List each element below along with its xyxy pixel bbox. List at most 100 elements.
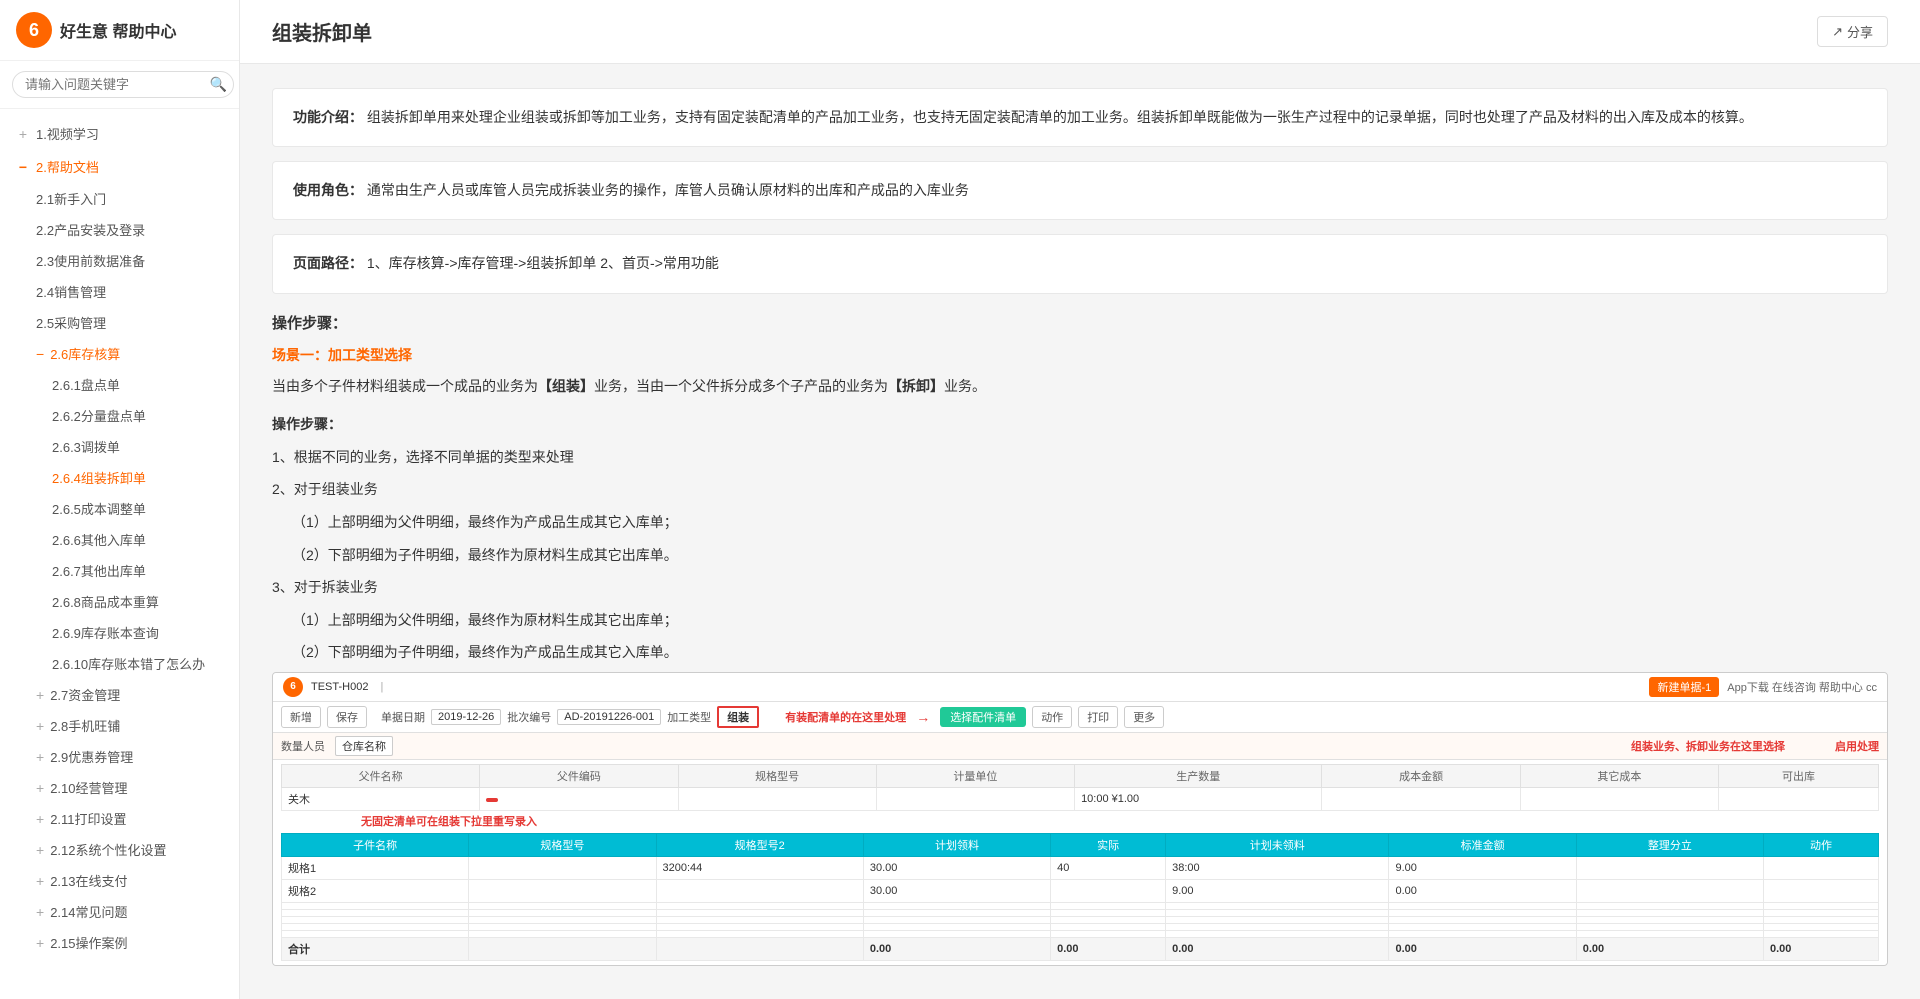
app-main-toolbar: 新增 保存 单据日期 2019-12-26 批次编号 AD-20191226-0… bbox=[273, 702, 1887, 733]
lower-th-8: 动作 bbox=[1763, 833, 1878, 856]
upper-th-0: 父件名称 bbox=[282, 764, 480, 787]
lower-cell-1-3: 30.00 bbox=[863, 856, 1050, 879]
lower-cell-5-3 bbox=[863, 916, 1050, 923]
lower-cell-3-1 bbox=[469, 902, 656, 909]
new-order-button[interactable]: 新建单据-1 bbox=[1649, 677, 1719, 697]
sidebar-item-2-13[interactable]: + 2.13在线支付 bbox=[0, 865, 239, 896]
lower-cell-6-0 bbox=[282, 923, 469, 930]
app-save-btn[interactable]: 保存 bbox=[327, 706, 367, 728]
sidebar-item-video[interactable]: + 1.视频学习 bbox=[0, 117, 239, 150]
sidebar-item-2-4[interactable]: 2.4销售管理 bbox=[0, 276, 239, 307]
lower-table: 子件名称 规格型号 规格型号2 计划领料 实际 计划未领料 标准金额 整理分立 … bbox=[281, 833, 1879, 961]
date-field-value[interactable]: 2019-12-26 bbox=[431, 709, 501, 725]
lower-th-3: 计划领料 bbox=[863, 833, 1050, 856]
upper-cell-spec bbox=[678, 787, 876, 810]
expand-icon-2-9: + bbox=[36, 749, 44, 765]
expand-icon-2-14: + bbox=[36, 904, 44, 920]
expand-icon-2-15: + bbox=[36, 935, 44, 951]
lower-th-5: 计划未领料 bbox=[1166, 833, 1389, 856]
search-button[interactable]: 🔍 bbox=[210, 76, 227, 93]
lower-cell-2-1 bbox=[469, 879, 656, 902]
lower-cell-6-4 bbox=[1051, 923, 1166, 930]
lower-th-6: 标准金额 bbox=[1389, 833, 1576, 856]
action-btn[interactable]: 动作 bbox=[1032, 706, 1072, 728]
lower-cell-1-2: 3200:44 bbox=[656, 856, 863, 879]
lower-cell-1-0: 规格1 bbox=[282, 856, 469, 879]
lower-cell-2-8 bbox=[1763, 879, 1878, 902]
sidebar-item-help[interactable]: − 2.帮助文档 bbox=[0, 150, 239, 183]
search-box[interactable]: 🔍 bbox=[0, 61, 239, 109]
sidebar-item-2-12[interactable]: + 2.12系统个性化设置 bbox=[0, 834, 239, 865]
lower-cell-4-4 bbox=[1051, 909, 1166, 916]
step2-1: （1）上部明细为父件明细，最终作为产成品生成其它入库单； bbox=[292, 509, 1888, 536]
sidebar-item-2-14[interactable]: + 2.14常见问题 bbox=[0, 896, 239, 927]
sidebar-item-2-9[interactable]: + 2.9优惠券管理 bbox=[0, 741, 239, 772]
lower-cell-2-4 bbox=[1051, 879, 1166, 902]
sidebar-item-2-11[interactable]: + 2.11打印设置 bbox=[0, 803, 239, 834]
annotation-1: 有装配清单的在这里处理 bbox=[785, 709, 906, 725]
lower-cell-3-3 bbox=[863, 902, 1050, 909]
type-field-value[interactable]: 组装 bbox=[717, 706, 759, 728]
sidebar-item-2-6-2[interactable]: 2.6.2分量盘点单 bbox=[0, 400, 239, 431]
app-save-new-btn[interactable]: 新增 bbox=[281, 706, 321, 728]
lower-row-3 bbox=[282, 902, 1879, 909]
lower-cell-7-6 bbox=[1389, 930, 1576, 937]
lower-cell-3-4 bbox=[1051, 902, 1166, 909]
upper-cell-avail bbox=[1718, 787, 1878, 810]
sidebar-item-2-6-9[interactable]: 2.6.9库存账本查询 bbox=[0, 617, 239, 648]
no-field-value[interactable]: AD-20191226-001 bbox=[557, 709, 661, 725]
sidebar-item-2-2[interactable]: 2.2产品安装及登录 bbox=[0, 214, 239, 245]
annotation-3: 启用处理 bbox=[1835, 738, 1879, 754]
more-btn[interactable]: 更多 bbox=[1124, 706, 1164, 728]
sidebar-item-2-3[interactable]: 2.3使用前数据准备 bbox=[0, 245, 239, 276]
sidebar-item-2-6-8[interactable]: 2.6.8商品成本重算 bbox=[0, 586, 239, 617]
sidebar-item-2-6-6[interactable]: 2.6.6其他入库单 bbox=[0, 524, 239, 555]
sidebar-item-2-8[interactable]: + 2.8手机旺铺 bbox=[0, 710, 239, 741]
upper-table: 父件名称 父件编码 规格型号 计量单位 生产数量 成本金额 其它成本 可出库 bbox=[281, 764, 1879, 811]
expand-icon-2-8: + bbox=[36, 718, 44, 734]
sidebar-item-2-6-1[interactable]: 2.6.1盘点单 bbox=[0, 369, 239, 400]
role-label: 使用角色： bbox=[293, 182, 363, 198]
sidebar-item-2-6-10[interactable]: 2.6.10库存账本错了怎么办 bbox=[0, 648, 239, 679]
confirm-config-btn[interactable]: 选择配件清单 bbox=[940, 707, 1026, 727]
sidebar-item-label: 2.13在线支付 bbox=[50, 871, 127, 890]
code-highlight bbox=[486, 798, 498, 802]
sidebar-item-2-10[interactable]: + 2.10经营管理 bbox=[0, 772, 239, 803]
sidebar-item-2-6[interactable]: − 2.6库存核算 bbox=[0, 338, 239, 369]
lower-cell-7-4 bbox=[1051, 930, 1166, 937]
lower-cell-2-2 bbox=[656, 879, 863, 902]
lower-cell-4-7 bbox=[1576, 909, 1763, 916]
lower-cell-2-3: 30.00 bbox=[863, 879, 1050, 902]
footer-label: 合计 bbox=[282, 937, 469, 960]
upper-cell-unit bbox=[876, 787, 1074, 810]
print-btn[interactable]: 打印 bbox=[1078, 706, 1118, 728]
expand-icon-2-7: + bbox=[36, 687, 44, 703]
sidebar-item-2-6-3[interactable]: 2.6.3调拨单 bbox=[0, 431, 239, 462]
sidebar-item-2-6-7[interactable]: 2.6.7其他出库单 bbox=[0, 555, 239, 586]
search-input[interactable] bbox=[12, 71, 234, 98]
quantity-label: 数量人员 bbox=[281, 738, 325, 754]
sidebar-item-2-1[interactable]: 2.1新手入门 bbox=[0, 183, 239, 214]
lower-cell-5-1 bbox=[469, 916, 656, 923]
sidebar-item-2-7[interactable]: + 2.7资金管理 bbox=[0, 679, 239, 710]
quantity-value[interactable]: 仓库名称 bbox=[335, 736, 393, 756]
lower-row-1: 规格1 3200:44 30.00 40 38:00 9.00 bbox=[282, 856, 1879, 879]
nav-tree: + 1.视频学习 − 2.帮助文档 2.1新手入门 2.2产品安装及登录 2.3… bbox=[0, 109, 239, 999]
lower-cell-4-6 bbox=[1389, 909, 1576, 916]
lower-cell-6-5 bbox=[1166, 923, 1389, 930]
sidebar-item-2-15[interactable]: + 2.15操作案例 bbox=[0, 927, 239, 958]
upper-cell-name: 关木 bbox=[282, 787, 480, 810]
upper-th-1: 父件编码 bbox=[480, 764, 678, 787]
lower-table-footer: 合计 0.00 0.00 0.00 0.00 0.00 0.00 bbox=[282, 937, 1879, 960]
collapse-icon-2-6: − bbox=[36, 346, 44, 362]
share-button[interactable]: ↗ 分享 bbox=[1817, 16, 1888, 47]
screenshot-wrapper: 6 TEST-H002 | 新建单据-1 App下载 在线咨询 帮助中心 cc … bbox=[272, 672, 1888, 966]
lower-row-6 bbox=[282, 923, 1879, 930]
main-header: 组装拆卸单 ↗ 分享 bbox=[240, 0, 1920, 64]
lower-cell-7-2 bbox=[656, 930, 863, 937]
scenario-title: 场景一：加工类型选择 bbox=[272, 345, 1888, 365]
sidebar-item-2-6-4[interactable]: 2.6.4组装拆卸单 bbox=[0, 462, 239, 493]
sidebar-item-2-6-5[interactable]: 2.6.5成本调整单 bbox=[0, 493, 239, 524]
lower-th-1: 规格型号 bbox=[469, 833, 656, 856]
sidebar-item-2-5[interactable]: 2.5采购管理 bbox=[0, 307, 239, 338]
